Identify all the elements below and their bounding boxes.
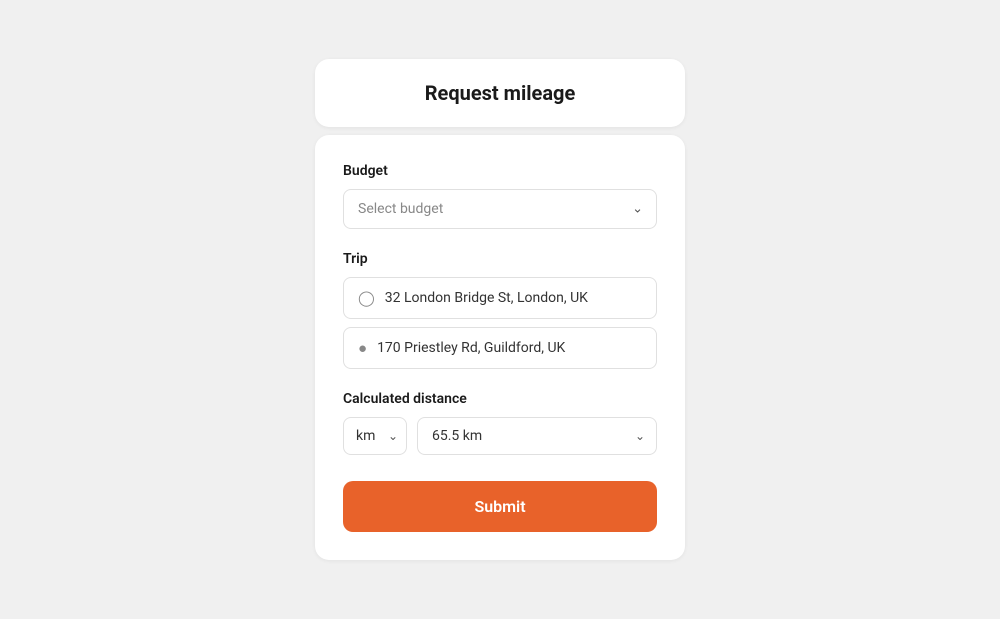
trip-from-field[interactable]: ◯ 32 London Bridge St, London, UK bbox=[343, 277, 657, 319]
budget-select[interactable]: Select budgetBudget ABudget BBudget C bbox=[343, 189, 657, 229]
trip-from-text: 32 London Bridge St, London, UK bbox=[385, 290, 588, 306]
distance-select[interactable]: 65.5 km 60 km 70 km bbox=[417, 417, 657, 455]
distance-row: km mi ⌄ 65.5 km 60 km 70 km ⌄ bbox=[343, 417, 657, 455]
trip-field-group: Trip ◯ 32 London Bridge St, London, UK ●… bbox=[343, 251, 657, 369]
location-to-icon: ● bbox=[358, 339, 367, 357]
distance-select-wrapper: 65.5 km 60 km 70 km ⌄ bbox=[417, 417, 657, 455]
location-from-icon: ◯ bbox=[358, 289, 375, 307]
page-wrapper: Request mileage Budget Select budgetBudg… bbox=[315, 59, 685, 560]
trip-fields: ◯ 32 London Bridge St, London, UK ● 170 … bbox=[343, 277, 657, 369]
distance-label: Calculated distance bbox=[343, 391, 657, 407]
page-title: Request mileage bbox=[347, 81, 653, 105]
unit-select[interactable]: km mi bbox=[343, 417, 407, 455]
distance-field-group: Calculated distance km mi ⌄ 65.5 km 60 k… bbox=[343, 391, 657, 455]
form-card: Budget Select budgetBudget ABudget BBudg… bbox=[315, 135, 685, 560]
budget-select-wrapper: Select budgetBudget ABudget BBudget C ⌄ bbox=[343, 189, 657, 229]
budget-label: Budget bbox=[343, 163, 657, 179]
unit-select-wrapper: km mi ⌄ bbox=[343, 417, 407, 455]
budget-field-group: Budget Select budgetBudget ABudget BBudg… bbox=[343, 163, 657, 229]
title-card: Request mileage bbox=[315, 59, 685, 127]
trip-to-text: 170 Priestley Rd, Guildford, UK bbox=[377, 340, 565, 356]
trip-to-field[interactable]: ● 170 Priestley Rd, Guildford, UK bbox=[343, 327, 657, 369]
submit-button[interactable]: Submit bbox=[343, 481, 657, 532]
trip-label: Trip bbox=[343, 251, 657, 267]
